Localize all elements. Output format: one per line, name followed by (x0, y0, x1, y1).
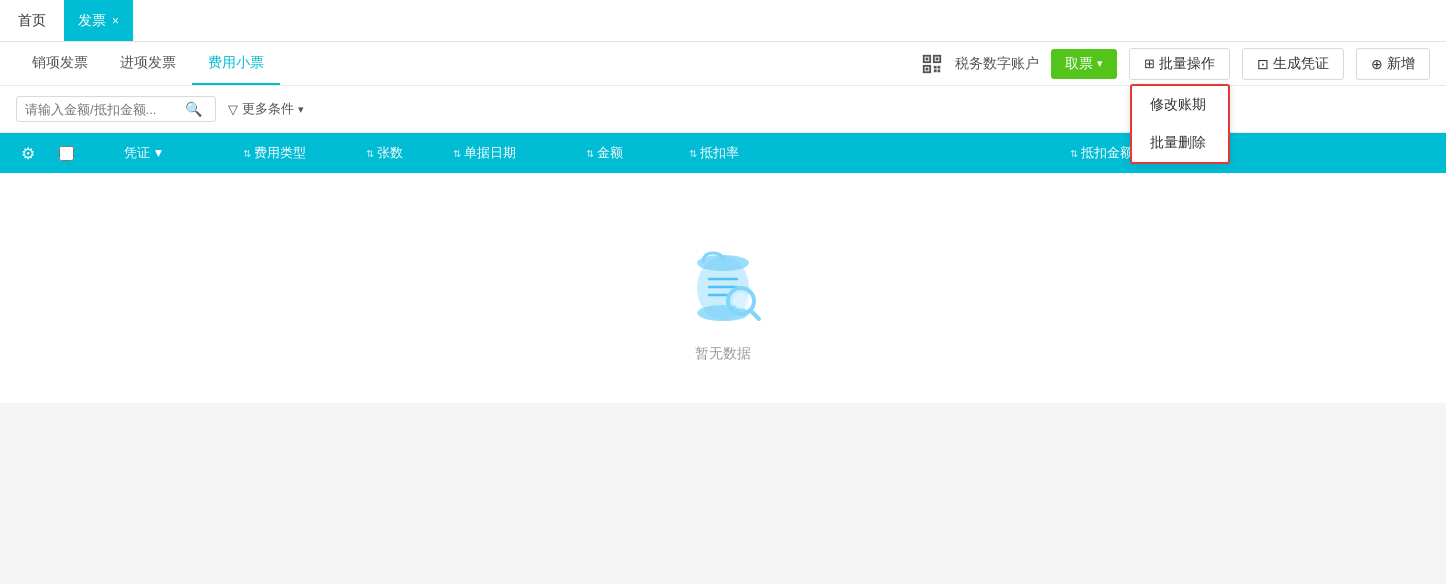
voucher-icon: ⊡ (1257, 56, 1269, 72)
svg-rect-3 (926, 57, 929, 60)
sub-nav-left: 销项发票 进项发票 费用小票 (16, 42, 280, 85)
th-count-sort-icon: ⇅ (366, 148, 374, 159)
nav-tab-invoice[interactable]: 发票 × (64, 0, 133, 41)
th-expense-label: 费用类型 (254, 144, 306, 162)
top-nav: 首页 发票 × (0, 0, 1446, 42)
th-deduct-sort-icon: ⇅ (1070, 148, 1078, 159)
nav-home[interactable]: 首页 (0, 0, 64, 41)
nav-tab-label: 发票 (78, 12, 106, 30)
select-all-checkbox[interactable] (59, 146, 74, 161)
dropdown-item-change-period[interactable]: 修改账期 (1132, 86, 1228, 124)
qr-icon (921, 53, 943, 75)
th-deduct: ⇅ 抵扣金额 (764, 144, 1438, 162)
empty-text: 暂无数据 (695, 345, 751, 363)
svg-rect-5 (926, 67, 929, 70)
th-expense-type: ⇅ 费用类型 (204, 144, 344, 162)
more-filter-chevron-icon: ▾ (298, 103, 304, 116)
th-amount: ⇅ 金额 (544, 144, 664, 162)
dropdown-item-batch-delete[interactable]: 批量删除 (1132, 124, 1228, 162)
quepiao-label: 取票 (1065, 55, 1093, 73)
batch-dropdown-menu: 修改账期 批量删除 (1130, 84, 1230, 164)
tab-sales-invoice[interactable]: 销项发票 (16, 42, 104, 85)
sub-nav: 销项发票 进项发票 费用小票 税务数字账户 取票 ▾ (0, 42, 1446, 86)
search-icon[interactable]: 🔍 (185, 101, 202, 117)
tax-digital-button[interactable]: 税务数字账户 (955, 55, 1039, 73)
th-count: ⇅ 张数 (344, 144, 424, 162)
filter-icon: ▽ (228, 102, 238, 117)
th-count-label: 张数 (377, 144, 403, 162)
th-amount-sort-icon: ⇅ (586, 148, 594, 159)
add-icon: ⊕ (1371, 56, 1383, 72)
batch-icon: ⊞ (1144, 56, 1155, 71)
add-label: 新增 (1387, 55, 1415, 73)
svg-line-19 (750, 310, 759, 319)
th-voucher-label: 凭证 (124, 144, 150, 162)
svg-rect-9 (934, 69, 937, 72)
th-voucher: 凭证 ▼ (84, 144, 204, 162)
search-input[interactable] (25, 102, 185, 117)
empty-svg (673, 233, 773, 333)
empty-state: 暂无数据 (0, 173, 1446, 403)
generate-voucher-button[interactable]: ⊡ 生成凭证 (1242, 48, 1344, 80)
more-filter-label: 更多条件 (242, 100, 294, 118)
svg-rect-7 (934, 65, 937, 68)
th-settings[interactable]: ⚙ (8, 144, 48, 163)
svg-point-18 (733, 293, 749, 309)
more-filter-button[interactable]: ▽ 更多条件 ▾ (228, 100, 304, 118)
nav-tab-close[interactable]: × (112, 14, 119, 28)
qr-button[interactable] (921, 53, 943, 75)
th-checkbox[interactable] (48, 146, 84, 161)
voucher-filter-icon[interactable]: ▼ (153, 146, 165, 160)
quepiao-chevron-icon: ▾ (1097, 57, 1103, 70)
batch-label: 批量操作 (1159, 55, 1215, 73)
th-rate-sort-icon: ⇅ (689, 148, 697, 159)
empty-illustration (673, 233, 773, 333)
search-wrap: 🔍 (16, 96, 216, 122)
th-date-label: 单据日期 (464, 144, 516, 162)
tab-purchase-invoice[interactable]: 进项发票 (104, 42, 192, 85)
tab-expense-receipt[interactable]: 费用小票 (192, 42, 280, 85)
th-date-sort-icon: ⇅ (453, 148, 461, 159)
sub-nav-right: 税务数字账户 取票 ▾ ⊞ 批量操作 修改账期 批量删除 ⊡ 生成凭证 ⊕ 新增 (921, 48, 1430, 80)
th-deduct-label: 抵扣金额 (1081, 144, 1133, 162)
batch-btn-wrap: ⊞ 批量操作 修改账期 批量删除 (1129, 48, 1230, 80)
batch-operation-button[interactable]: ⊞ 批量操作 (1129, 48, 1230, 80)
th-sort-up-icon: ⇅ (243, 148, 251, 159)
settings-icon: ⚙ (21, 144, 35, 163)
svg-rect-8 (938, 65, 941, 68)
th-rate-label: 抵扣率 (700, 144, 739, 162)
svg-rect-4 (936, 57, 939, 60)
quepiao-button[interactable]: 取票 ▾ (1051, 49, 1117, 79)
svg-rect-10 (938, 69, 941, 72)
th-amount-label: 金额 (597, 144, 623, 162)
voucher-label: 生成凭证 (1273, 55, 1329, 73)
th-rate: ⇅ 抵扣率 (664, 144, 764, 162)
th-date: ⇅ 单据日期 (424, 144, 544, 162)
add-button[interactable]: ⊕ 新增 (1356, 48, 1430, 80)
